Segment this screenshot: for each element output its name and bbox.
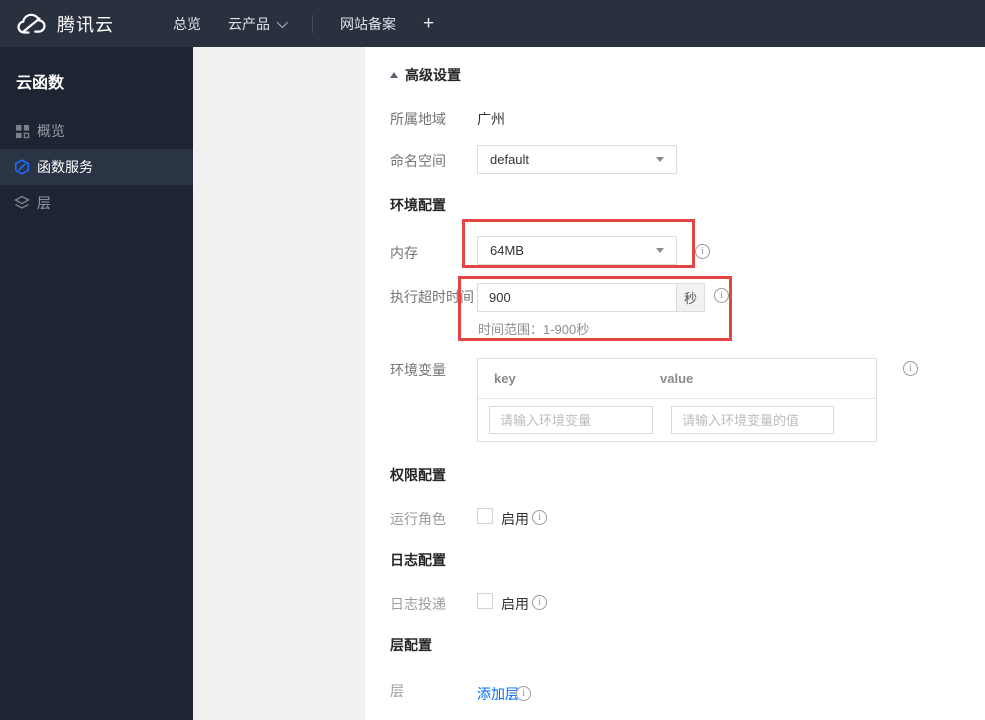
advanced-settings-label: 高级设置 (405, 67, 461, 83)
nav-add-button[interactable]: + (423, 13, 434, 35)
memory-select[interactable]: 64MB (477, 236, 677, 265)
envvar-value-input[interactable] (671, 406, 834, 434)
nav-overview[interactable]: 总览 (173, 14, 201, 34)
envvar-table-header: key value (478, 359, 876, 399)
memory-info-icon[interactable]: i (695, 244, 710, 259)
memory-label: 内存 (390, 245, 418, 261)
topbar: 腾讯云 总览 云产品 网站备案 + (0, 0, 985, 47)
add-layer-info-icon[interactable]: i (516, 686, 531, 701)
sidebar: 云函数 概览 函数服务 层 (0, 47, 193, 720)
nav-icp-filing[interactable]: 网站备案 (340, 14, 396, 34)
log-delivery-checkbox[interactable] (477, 593, 493, 609)
chevron-down-icon (656, 157, 664, 162)
layer-label: 层 (390, 683, 404, 699)
secondary-panel (193, 47, 366, 720)
timeout-range-hint: 时间范围：1-900秒 (478, 322, 590, 337)
nav-cloud-products[interactable]: 云产品 (228, 14, 289, 34)
envvar-input-row (478, 406, 876, 434)
collapse-triangle-icon (390, 72, 398, 78)
namespace-select[interactable]: default (477, 145, 677, 174)
envvar-value-header: value (660, 371, 694, 386)
sidebar-item-layers-label: 层 (37, 195, 51, 211)
permission-section-title: 权限配置 (390, 467, 446, 483)
overview-grid-icon (14, 123, 30, 139)
sidebar-item-function-service[interactable]: 函数服务 (0, 149, 193, 185)
sidebar-item-overview-label: 概览 (37, 123, 65, 139)
sidebar-item-overview[interactable]: 概览 (0, 113, 193, 149)
chevron-down-icon (656, 248, 664, 253)
advanced-settings-toggle[interactable]: 高级设置 (390, 65, 461, 85)
memory-selected-value: 64MB (490, 243, 524, 258)
envvar-label: 环境变量 (390, 362, 446, 378)
nav-cloud-products-label: 云产品 (228, 15, 270, 32)
envvar-info-icon[interactable]: i (903, 361, 918, 376)
log-section-title: 日志配置 (390, 552, 446, 568)
brand-title: 腾讯云 (57, 14, 114, 35)
log-delivery-label: 日志投递 (390, 596, 446, 612)
top-navigation: 总览 云产品 网站备案 + (146, 13, 434, 35)
run-role-info-icon[interactable]: i (532, 510, 547, 525)
region-value: 广州 (477, 111, 505, 127)
cloud-logo-icon (15, 11, 48, 36)
function-service-icon (14, 159, 30, 175)
add-layer-link[interactable]: 添加层 (477, 684, 519, 704)
region-label: 所属地域 (390, 111, 446, 127)
env-config-section-title: 环境配置 (390, 197, 446, 213)
main-content: 高级设置 所属地域 广州 命名空间 default 环境配置 内存 64MB i… (365, 47, 985, 720)
envvar-key-input[interactable] (489, 406, 653, 434)
sidebar-title: 云函数 (16, 75, 65, 92)
namespace-label: 命名空间 (390, 153, 446, 169)
run-role-enable-label: 启用 (501, 511, 529, 527)
envvar-key-header: key (494, 371, 516, 386)
tencent-cloud-logo[interactable]: 腾讯云 (0, 11, 114, 37)
timeout-label: 执行超时时间 (390, 289, 474, 305)
log-delivery-enable-label: 启用 (501, 596, 529, 612)
run-role-checkbox[interactable] (477, 508, 493, 524)
timeout-input[interactable] (477, 283, 677, 312)
nav-divider (312, 14, 313, 33)
envvar-table: key value (477, 358, 877, 442)
namespace-selected-value: default (490, 152, 530, 167)
layers-icon (14, 195, 30, 211)
timeout-input-group: 秒 (477, 283, 705, 312)
layer-section-title: 层配置 (390, 637, 432, 653)
log-delivery-info-icon[interactable]: i (532, 595, 547, 610)
timeout-info-icon[interactable]: i (714, 288, 729, 303)
sidebar-item-layers[interactable]: 层 (0, 185, 193, 221)
chevron-down-icon (276, 16, 289, 28)
run-role-label: 运行角色 (390, 511, 446, 527)
timeout-unit-suffix: 秒 (676, 283, 705, 312)
sidebar-item-function-service-label: 函数服务 (37, 159, 93, 175)
